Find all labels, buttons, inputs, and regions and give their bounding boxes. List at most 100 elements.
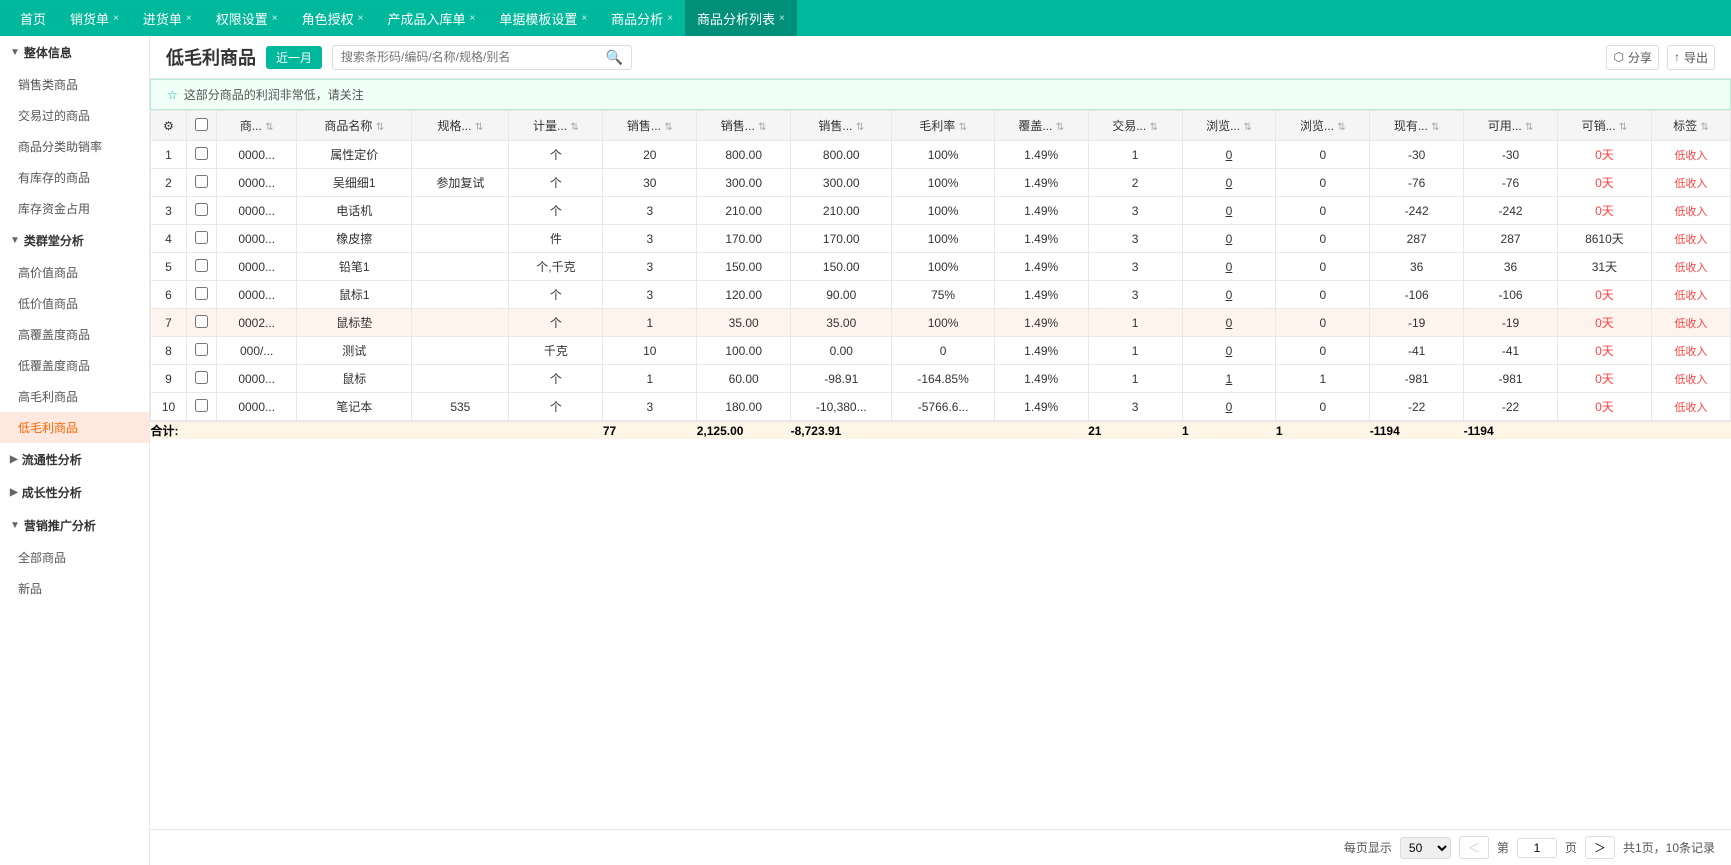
row-coverage: 1.49% bbox=[994, 141, 1088, 169]
nav-sales-close[interactable]: × bbox=[113, 13, 119, 24]
share-button[interactable]: ⬡ 分享 bbox=[1606, 45, 1659, 70]
row-view1[interactable]: 0 bbox=[1182, 225, 1276, 253]
nav-templates-close[interactable]: × bbox=[581, 13, 587, 24]
row-check[interactable] bbox=[195, 175, 208, 188]
row-sales-amount: 210.00 bbox=[791, 197, 892, 225]
sidebar-item-high-value[interactable]: 高价值商品 bbox=[0, 257, 149, 288]
col-settings[interactable]: ⚙ bbox=[151, 111, 187, 141]
export-button[interactable]: ↑ 导出 bbox=[1667, 45, 1715, 70]
nav-products-close[interactable]: × bbox=[469, 13, 475, 24]
nav-purchase-close[interactable]: × bbox=[186, 13, 192, 24]
row-available: 287 bbox=[1464, 225, 1558, 253]
row-transaction: 3 bbox=[1088, 197, 1182, 225]
page-number-input[interactable] bbox=[1517, 838, 1557, 858]
row-view1[interactable]: 0 bbox=[1182, 281, 1276, 309]
nav-roles-close[interactable]: × bbox=[358, 13, 364, 24]
col-unit[interactable]: 计量... ⇅ bbox=[509, 111, 603, 141]
nav-products[interactable]: 产成品入库单 × bbox=[375, 0, 487, 36]
nav-templates[interactable]: 单据模板设置 × bbox=[487, 0, 599, 36]
row-check[interactable] bbox=[195, 203, 208, 216]
nav-permissions-close[interactable]: × bbox=[272, 13, 278, 24]
col-current-stock[interactable]: 现有... ⇅ bbox=[1370, 111, 1464, 141]
row-check[interactable] bbox=[195, 343, 208, 356]
row-check[interactable] bbox=[195, 287, 208, 300]
nav-goods-analysis-list[interactable]: 商品分析列表 × bbox=[685, 0, 797, 36]
sidebar-item-category-rate[interactable]: 商品分类助销率 bbox=[0, 131, 149, 162]
sidebar-item-low-value[interactable]: 低价值商品 bbox=[0, 288, 149, 319]
next-page-button[interactable]: ＞ bbox=[1585, 836, 1615, 859]
col-available[interactable]: 可用... ⇅ bbox=[1464, 111, 1558, 141]
nav-goods-analysis[interactable]: 商品分析 × bbox=[599, 0, 685, 36]
col-gross-rate[interactable]: 毛利率 ⇅ bbox=[892, 111, 994, 141]
col-view1[interactable]: 浏览... ⇅ bbox=[1182, 111, 1276, 141]
row-view1[interactable]: 0 bbox=[1182, 197, 1276, 225]
table-container[interactable]: ⚙ 商... ⇅ 商品名称 ⇅ 规格... ⇅ 计量... ⇅ 销售... ⇅ … bbox=[150, 110, 1731, 829]
row-view1[interactable]: 0 bbox=[1182, 253, 1276, 281]
row-code: 0000... bbox=[217, 281, 297, 309]
row-coverage: 1.49% bbox=[994, 169, 1088, 197]
per-page-select[interactable]: 50 100 200 bbox=[1400, 837, 1451, 859]
table-row: 3 0000... 电话机 个 3 210.00 210.00 100% 1.4… bbox=[151, 197, 1731, 225]
prev-page-button[interactable]: ＜ bbox=[1459, 836, 1489, 859]
total-empty2 bbox=[892, 421, 994, 439]
col-name[interactable]: 商品名称 ⇅ bbox=[297, 111, 412, 141]
col-sales-qty[interactable]: 销售... ⇅ bbox=[603, 111, 697, 141]
sidebar-section-overall[interactable]: ▼ 整体信息 bbox=[0, 36, 149, 69]
row-view1[interactable]: 0 bbox=[1182, 393, 1276, 422]
row-view1[interactable]: 0 bbox=[1182, 141, 1276, 169]
nav-home[interactable]: 首页 bbox=[8, 0, 58, 36]
section-arrow-growth: ▶ bbox=[10, 487, 18, 498]
nav-goods-analysis-list-close[interactable]: × bbox=[779, 13, 785, 24]
sidebar-item-stocked-goods[interactable]: 有库存的商品 bbox=[0, 162, 149, 193]
select-all-checkbox[interactable] bbox=[195, 118, 208, 131]
row-checkbox bbox=[187, 225, 217, 253]
sidebar-item-high-coverage[interactable]: 高覆盖度商品 bbox=[0, 319, 149, 350]
row-check[interactable] bbox=[195, 371, 208, 384]
nav-purchase[interactable]: 进货单 × bbox=[131, 0, 204, 36]
sidebar-section-growth[interactable]: ▶ 成长性分析 bbox=[0, 476, 149, 509]
sidebar-section-cluster[interactable]: ▼ 类群堂分析 bbox=[0, 224, 149, 257]
row-sales-qty: 30 bbox=[603, 169, 697, 197]
row-available: -981 bbox=[1464, 365, 1558, 393]
row-spec bbox=[412, 309, 509, 337]
row-view1[interactable]: 0 bbox=[1182, 169, 1276, 197]
col-spec[interactable]: 规格... ⇅ bbox=[412, 111, 509, 141]
row-check[interactable] bbox=[195, 147, 208, 160]
search-input[interactable] bbox=[341, 50, 606, 64]
sidebar-item-high-margin[interactable]: 高毛利商品 bbox=[0, 381, 149, 412]
nav-sales[interactable]: 销货单 × bbox=[58, 0, 131, 36]
col-transaction[interactable]: 交易... ⇅ bbox=[1088, 111, 1182, 141]
sidebar-item-low-coverage[interactable]: 低覆盖度商品 bbox=[0, 350, 149, 381]
search-icon[interactable]: 🔍 bbox=[606, 49, 623, 66]
row-check[interactable] bbox=[195, 231, 208, 244]
sidebar-item-new-goods[interactable]: 新品 bbox=[0, 573, 149, 604]
nav-goods-analysis-close[interactable]: × bbox=[667, 13, 673, 24]
sidebar-item-low-margin[interactable]: 低毛利商品 bbox=[0, 412, 149, 443]
time-filter-button[interactable]: 近一月 bbox=[266, 46, 322, 69]
row-check[interactable] bbox=[195, 259, 208, 272]
row-view1[interactable]: 0 bbox=[1182, 337, 1276, 365]
row-view1[interactable]: 0 bbox=[1182, 309, 1276, 337]
sidebar-item-all-goods[interactable]: 全部商品 bbox=[0, 542, 149, 573]
col-coverage[interactable]: 覆盖... ⇅ bbox=[994, 111, 1088, 141]
col-sellable[interactable]: 可销... ⇅ bbox=[1558, 111, 1652, 141]
col-tag[interactable]: 标签 ⇅ bbox=[1651, 111, 1730, 141]
row-checkbox bbox=[187, 253, 217, 281]
row-check[interactable] bbox=[195, 315, 208, 328]
col-view2[interactable]: 浏览... ⇅ bbox=[1276, 111, 1370, 141]
row-view1[interactable]: 1 bbox=[1182, 365, 1276, 393]
nav-roles[interactable]: 角色授权 × bbox=[290, 0, 376, 36]
row-available: -106 bbox=[1464, 281, 1558, 309]
sidebar-section-marketing[interactable]: ▼ 营销推广分析 bbox=[0, 509, 149, 542]
nav-permissions[interactable]: 权限设置 × bbox=[204, 0, 290, 36]
row-gross-rate: 75% bbox=[892, 281, 994, 309]
col-sales-amount[interactable]: 销售... ⇅ bbox=[791, 111, 892, 141]
sidebar-item-sales-goods[interactable]: 销售类商品 bbox=[0, 69, 149, 100]
col-code[interactable]: 商... ⇅ bbox=[217, 111, 297, 141]
col-sales-price[interactable]: 销售... ⇅ bbox=[697, 111, 791, 141]
table-row: 8 000/... 测试 千克 10 100.00 0.00 0 1.49% 1… bbox=[151, 337, 1731, 365]
sidebar-item-stock-funds[interactable]: 库存资金占用 bbox=[0, 193, 149, 224]
sidebar-section-circulation[interactable]: ▶ 流通性分析 bbox=[0, 443, 149, 476]
row-check[interactable] bbox=[195, 399, 208, 412]
sidebar-item-traded-goods[interactable]: 交易过的商品 bbox=[0, 100, 149, 131]
